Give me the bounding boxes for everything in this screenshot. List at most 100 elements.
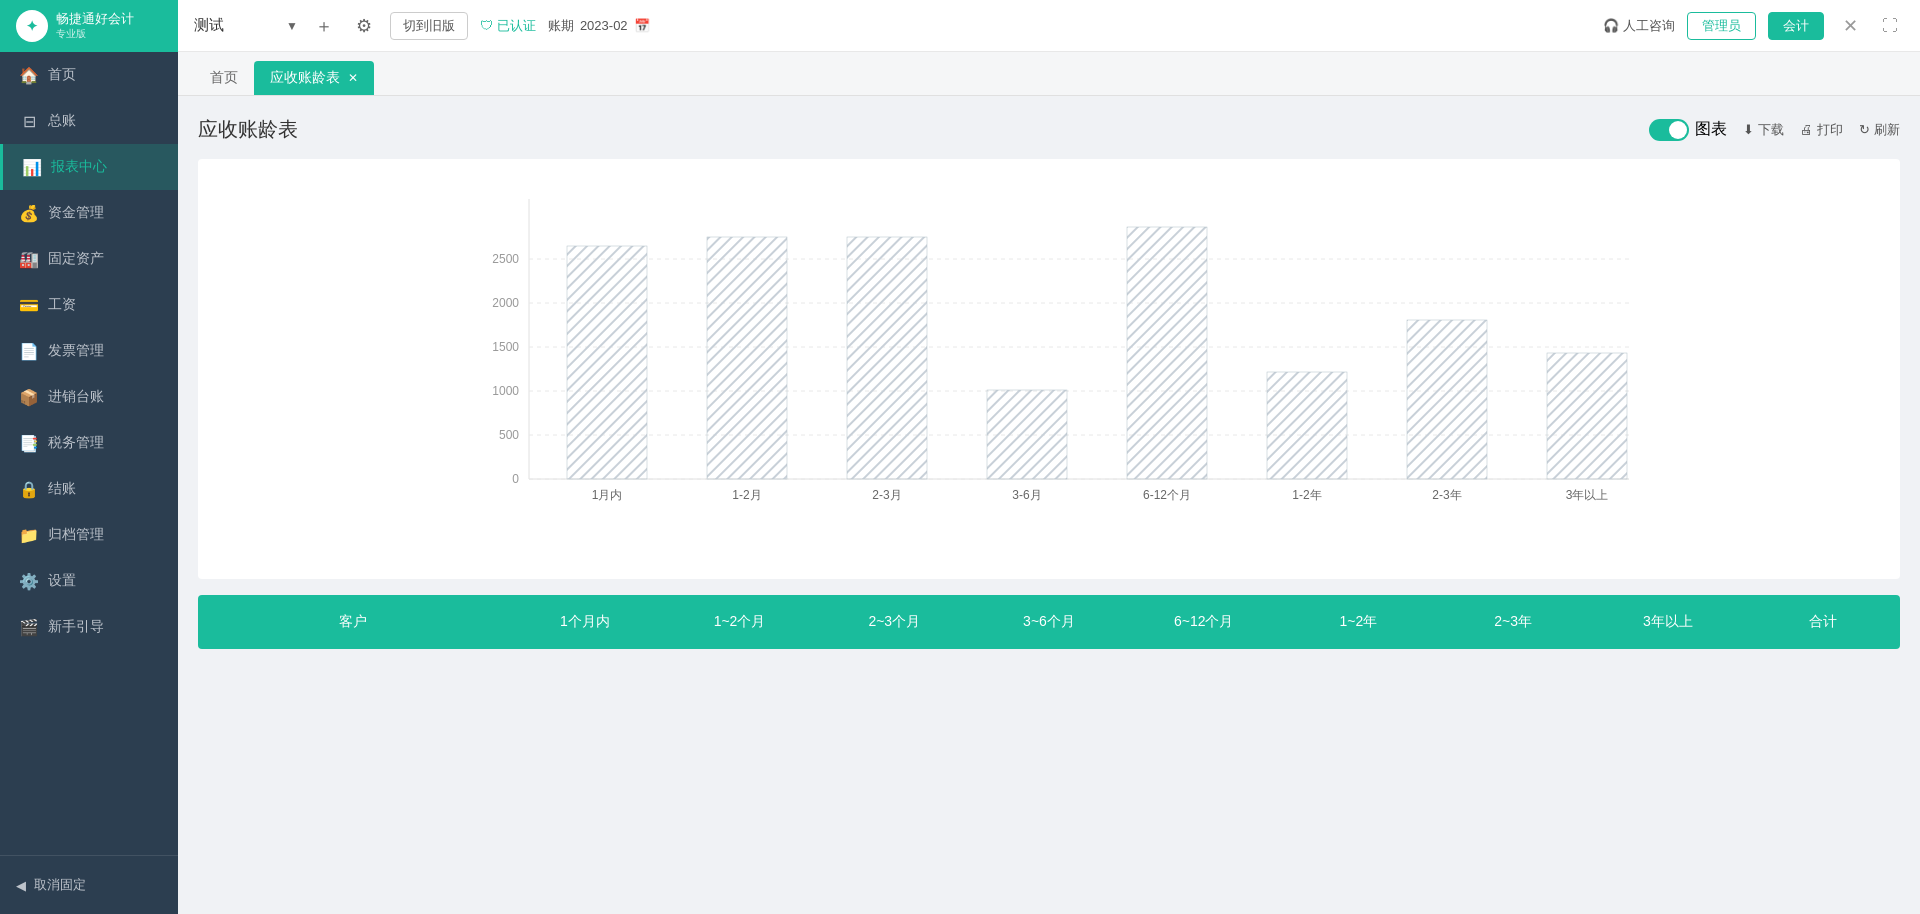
pin-button[interactable]: ◀ 取消固定 — [0, 866, 178, 904]
bar-7 — [1547, 353, 1627, 479]
window-close-button[interactable]: ✕ — [1836, 12, 1864, 40]
tab-close-icon[interactable]: ✕ — [348, 71, 358, 85]
download-button[interactable]: ⬇ 下载 — [1743, 121, 1784, 139]
topbar-settings-button[interactable]: ⚙ — [350, 12, 378, 40]
page-title: 应收账龄表 — [198, 116, 298, 143]
sidebar-item-home[interactable]: 🏠 首页 — [0, 52, 178, 98]
logo-icon: ✦ — [16, 10, 48, 42]
chart-container: 0 500 1000 1500 2000 2500 — [198, 159, 1900, 579]
svg-text:1000: 1000 — [492, 384, 519, 398]
verified-label: 已认证 — [497, 17, 536, 35]
print-label: 打印 — [1817, 121, 1843, 139]
home-icon: 🏠 — [20, 66, 38, 84]
support-label: 人工咨询 — [1623, 17, 1675, 35]
sidebar-item-assets[interactable]: 🏭 固定资产 — [0, 236, 178, 282]
download-icon: ⬇ — [1743, 122, 1754, 137]
sidebar-item-payroll[interactable]: 💳 工资 — [0, 282, 178, 328]
toggle-knob — [1669, 121, 1687, 139]
tab-receivable[interactable]: 应收账龄表 ✕ — [254, 61, 374, 95]
add-company-button[interactable]: ＋ — [310, 12, 338, 40]
print-icon: 🖨 — [1800, 122, 1813, 137]
pin-label: 取消固定 — [34, 876, 86, 894]
tab-home[interactable]: 首页 — [194, 61, 254, 95]
reports-icon: 📊 — [23, 158, 41, 176]
page-actions: 图表 ⬇ 下载 🖨 打印 ↻ 刷新 — [1649, 119, 1900, 141]
tab-receivable-label: 应收账龄表 — [270, 69, 340, 87]
sidebar-item-label: 归档管理 — [48, 526, 104, 544]
settings-icon: ⚙️ — [20, 572, 38, 590]
refresh-label: 刷新 — [1874, 121, 1900, 139]
user-button[interactable]: 管理员 — [1687, 12, 1756, 40]
bar-2 — [847, 237, 927, 479]
period-text: 账期 — [548, 17, 574, 35]
tax-icon: 📑 — [20, 434, 38, 452]
chart-label: 图表 — [1695, 119, 1727, 140]
closing-icon: 🔒 — [20, 480, 38, 498]
col-header-2-3y: 2~3年 — [1436, 595, 1591, 649]
old-version-button[interactable]: 切到旧版 — [390, 12, 468, 40]
window-expand-button[interactable]: ⛶ — [1876, 12, 1904, 40]
chart-toggle[interactable] — [1649, 119, 1689, 141]
sidebar-item-tax[interactable]: 📑 税务管理 — [0, 420, 178, 466]
purchase-icon: 📦 — [20, 388, 38, 406]
capital-icon: 💰 — [20, 204, 38, 222]
bar-4 — [1127, 227, 1207, 479]
company-dropdown-icon[interactable]: ▼ — [286, 19, 298, 33]
pin-icon: ◀ — [16, 878, 26, 893]
sidebar-item-capital[interactable]: 💰 资金管理 — [0, 190, 178, 236]
chart-svg-wrap: 0 500 1000 1500 2000 2500 — [218, 179, 1880, 539]
svg-text:3年以上: 3年以上 — [1566, 488, 1609, 502]
verified-badge: 🛡 已认证 — [480, 17, 536, 35]
shield-icon: 🛡 — [480, 18, 493, 33]
sidebar-logo: ✦ 畅捷通好会计 专业版 — [0, 0, 178, 52]
ledger-icon: ⊟ — [20, 112, 38, 130]
table-container: 客户 1个月内 1~2个月 2~3个月 3~6个月 6~12个月 1~2年 2~… — [198, 595, 1900, 649]
svg-text:1500: 1500 — [492, 340, 519, 354]
svg-text:2-3月: 2-3月 — [872, 488, 901, 502]
svg-text:2-3年: 2-3年 — [1432, 488, 1461, 502]
accountant-button[interactable]: 会计 — [1768, 12, 1824, 40]
table-header: 客户 1个月内 1~2个月 2~3个月 3~6个月 6~12个月 1~2年 2~… — [198, 595, 1900, 649]
bar-5 — [1267, 372, 1347, 479]
calendar-icon[interactable]: 📅 — [634, 18, 650, 33]
sidebar-item-label: 总账 — [48, 112, 76, 130]
sidebar-item-label: 结账 — [48, 480, 76, 498]
sidebar-nav: 🏠 首页 ⊟ 总账 📊 报表中心 💰 资金管理 🏭 固定资产 💳 工资 📄 发票… — [0, 52, 178, 855]
refresh-button[interactable]: ↻ 刷新 — [1859, 121, 1900, 139]
sidebar-item-settings[interactable]: ⚙️ 设置 — [0, 558, 178, 604]
print-button[interactable]: 🖨 打印 — [1800, 121, 1843, 139]
sidebar-item-label: 固定资产 — [48, 250, 104, 268]
col-header-2-3m: 2~3个月 — [817, 595, 972, 649]
period-info: 账期 2023-02 📅 — [548, 17, 650, 35]
sidebar-item-label: 资金管理 — [48, 204, 104, 222]
sidebar-item-closing[interactable]: 🔒 结账 — [0, 466, 178, 512]
col-header-6-12m: 6~12个月 — [1126, 595, 1281, 649]
tab-home-label: 首页 — [210, 69, 238, 85]
sidebar-item-label: 进销台账 — [48, 388, 104, 406]
company-name: 测试 — [194, 16, 274, 35]
col-header-1-2m: 1~2个月 — [662, 595, 817, 649]
col-header-1-2y: 1~2年 — [1281, 595, 1436, 649]
bar-1 — [707, 237, 787, 479]
sidebar-item-reports[interactable]: 📊 报表中心 — [0, 144, 178, 190]
col-header-3-6m: 3~6个月 — [972, 595, 1127, 649]
bar-3 — [987, 390, 1067, 479]
svg-text:3-6月: 3-6月 — [1012, 488, 1041, 502]
download-label: 下载 — [1758, 121, 1784, 139]
topbar: 测试 ▼ ＋ ⚙ 切到旧版 🛡 已认证 账期 2023-02 📅 🎧 人工咨询 … — [178, 0, 1920, 52]
sidebar-item-guide[interactable]: 🎬 新手引导 — [0, 604, 178, 650]
col-header-customer: 客户 — [198, 595, 507, 649]
chart-toggle-wrap: 图表 — [1649, 119, 1727, 141]
main-area: 测试 ▼ ＋ ⚙ 切到旧版 🛡 已认证 账期 2023-02 📅 🎧 人工咨询 … — [178, 0, 1920, 914]
sidebar-item-invoice[interactable]: 📄 发票管理 — [0, 328, 178, 374]
sidebar-item-archive[interactable]: 📁 归档管理 — [0, 512, 178, 558]
sidebar-item-label: 报表中心 — [51, 158, 107, 176]
support-button[interactable]: 🎧 人工咨询 — [1603, 17, 1675, 35]
sidebar-item-ledger[interactable]: ⊟ 总账 — [0, 98, 178, 144]
content-area: 应收账龄表 图表 ⬇ 下载 🖨 打印 ↻ 刷新 — [178, 96, 1920, 914]
logo-text: 畅捷通好会计 专业版 — [56, 11, 134, 42]
sidebar-item-label: 发票管理 — [48, 342, 104, 360]
sidebar-item-purchase[interactable]: 📦 进销台账 — [0, 374, 178, 420]
svg-text:2500: 2500 — [492, 252, 519, 266]
svg-text:1月内: 1月内 — [592, 488, 623, 502]
